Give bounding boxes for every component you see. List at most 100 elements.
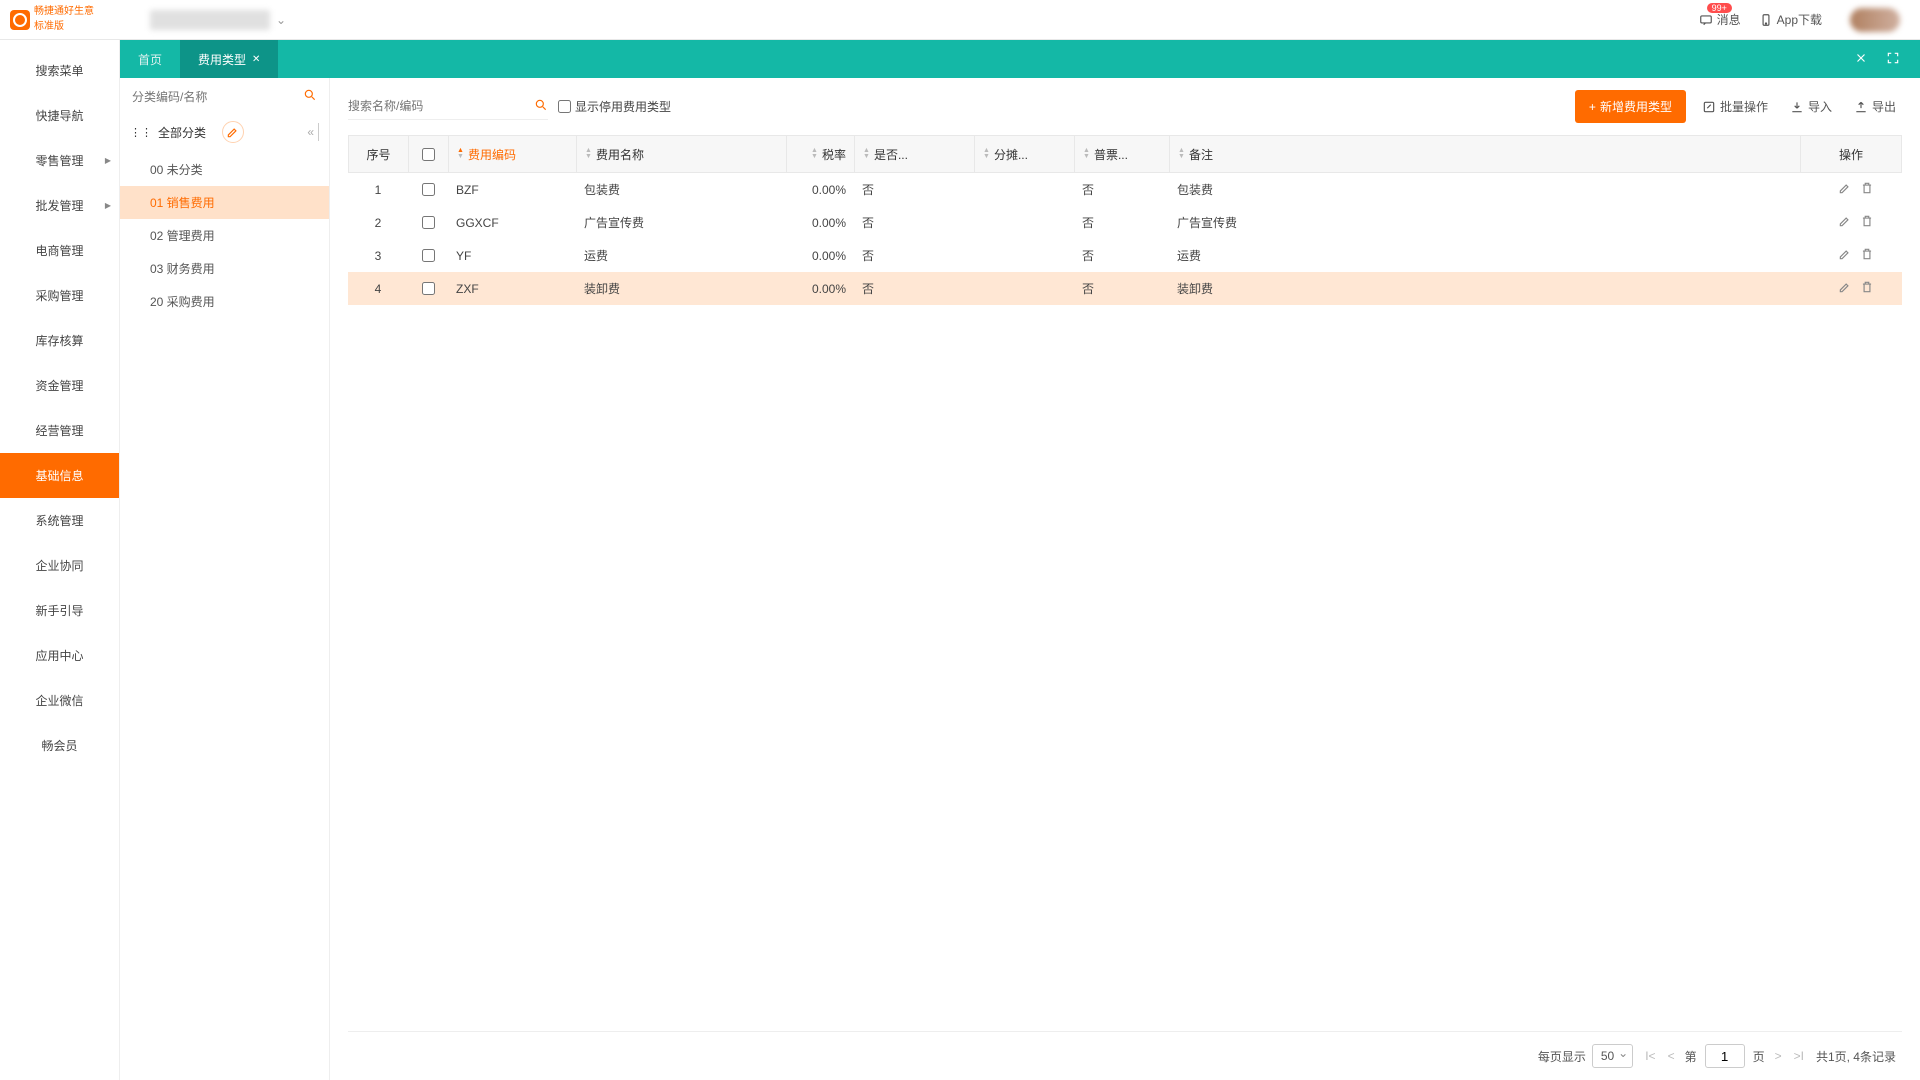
sidebar-item[interactable]: 采购管理 — [0, 273, 119, 318]
brand-edition: 标准版 — [34, 17, 94, 32]
sidebar-item[interactable]: 电商管理 — [0, 228, 119, 273]
edit-categories-button[interactable] — [222, 121, 244, 143]
brand-name: 畅捷通好生意 — [34, 7, 94, 17]
row-checkbox[interactable] — [422, 183, 435, 196]
chat-icon — [1699, 13, 1713, 27]
col-remark[interactable]: ▲▼ 备注 — [1170, 136, 1801, 172]
select-all-checkbox[interactable] — [422, 148, 435, 161]
sidebar-item[interactable]: 企业协同 — [0, 543, 119, 588]
sidebar-item[interactable]: 应用中心 — [0, 633, 119, 678]
category-item[interactable]: 00 未分类 — [120, 153, 329, 186]
expand-icon — [1886, 51, 1900, 65]
delete-button[interactable] — [1860, 247, 1874, 264]
chevron-down-icon: ⌄ — [276, 13, 286, 27]
sort-icon: ▲▼ — [585, 148, 592, 160]
edit-icon — [1838, 214, 1852, 228]
last-page-button[interactable]: >I — [1792, 1047, 1806, 1065]
sidebar: 搜索菜单快捷导航零售管理▶批发管理▶电商管理采购管理库存核算资金管理经营管理基础… — [0, 40, 120, 1080]
edit-button[interactable] — [1838, 247, 1852, 264]
app-download-button[interactable]: App下载 — [1759, 11, 1822, 28]
collapse-panel-button[interactable]: « — [303, 123, 319, 141]
col-tax[interactable]: ▲▼ 税率 — [787, 136, 855, 172]
table-header: 序号 ▲▼ 费用编码 ▲▼ 费用名称 ▲▼ — [348, 135, 1902, 173]
edit-icon — [1838, 247, 1852, 261]
table-row[interactable]: 2GGXCF广告宣传费0.00%否否广告宣传费 — [348, 206, 1902, 239]
table-row[interactable]: 4ZXF装卸费0.00%否否装卸费 — [348, 272, 1902, 305]
page-size-select[interactable]: 50 — [1592, 1044, 1633, 1068]
add-expense-type-button[interactable]: + 新增费用类型 — [1575, 90, 1686, 123]
delete-button[interactable] — [1860, 280, 1874, 297]
company-selector[interactable]: ⌄ — [150, 10, 286, 30]
row-checkbox[interactable] — [422, 282, 435, 295]
messages-button[interactable]: 99+ 消息 — [1699, 11, 1741, 28]
col-yn[interactable]: ▲▼ 是否... — [855, 136, 975, 172]
search-icon[interactable] — [303, 88, 317, 105]
col-name[interactable]: ▲▼ 费用名称 — [577, 136, 787, 172]
category-item[interactable]: 03 财务费用 — [120, 252, 329, 285]
caret-icon: ▶ — [105, 201, 111, 210]
company-name-blurred — [150, 10, 270, 30]
category-root[interactable]: ⋮⋮ 全部分类 « — [120, 115, 329, 149]
prev-page-button[interactable]: < — [1666, 1047, 1677, 1065]
edit-button[interactable] — [1838, 214, 1852, 231]
table-row[interactable]: 1BZF包装费0.00%否否包装费 — [348, 173, 1902, 206]
category-search-input[interactable] — [132, 90, 297, 104]
col-code[interactable]: ▲▼ 费用编码 — [449, 136, 577, 172]
sort-icon: ▲▼ — [983, 148, 990, 160]
category-item[interactable]: 01 销售费用 — [120, 186, 329, 219]
batch-ops-button[interactable]: 批量操作 — [1696, 92, 1774, 121]
sidebar-item[interactable]: 系统管理 — [0, 498, 119, 543]
edit-icon — [1838, 181, 1852, 195]
import-button[interactable]: 导入 — [1784, 92, 1838, 121]
sidebar-item[interactable]: 库存核算 — [0, 318, 119, 363]
caret-icon: ▶ — [105, 156, 111, 165]
sidebar-item[interactable]: 企业微信 — [0, 678, 119, 723]
toolbar: 显示停用费用类型 + 新增费用类型 批量操作 — [348, 78, 1902, 135]
sidebar-item[interactable]: 快捷导航 — [0, 93, 119, 138]
tab-home[interactable]: 首页 — [120, 40, 180, 78]
search-icon[interactable] — [534, 98, 548, 115]
grid-icon: ⋮⋮ — [130, 126, 152, 139]
sidebar-item[interactable]: 新手引导 — [0, 588, 119, 633]
tabbar: 首页 费用类型 ✕ — [120, 40, 1920, 78]
fullscreen-button[interactable] — [1882, 47, 1904, 72]
category-search — [120, 78, 329, 115]
edit-button[interactable] — [1838, 181, 1852, 198]
page-summary: 共1页, 4条记录 — [1816, 1048, 1896, 1065]
sidebar-item[interactable]: 基础信息 — [0, 453, 119, 498]
category-panel: ⋮⋮ 全部分类 « 00 未分类01 销售费用02 管理费用03 财务费用20 … — [120, 78, 330, 1080]
edit-button[interactable] — [1838, 280, 1852, 297]
expense-table: 序号 ▲▼ 费用编码 ▲▼ 费用名称 ▲▼ — [348, 135, 1902, 1031]
export-button[interactable]: 导出 — [1848, 92, 1902, 121]
table-search-input[interactable] — [348, 99, 534, 113]
trash-icon — [1860, 247, 1874, 261]
row-checkbox[interactable] — [422, 216, 435, 229]
sort-icon: ▲▼ — [1178, 148, 1185, 160]
col-share[interactable]: ▲▼ 分摊... — [975, 136, 1075, 172]
row-checkbox[interactable] — [422, 249, 435, 262]
sidebar-item[interactable]: 零售管理▶ — [0, 138, 119, 183]
col-inv[interactable]: ▲▼ 普票... — [1075, 136, 1170, 172]
sidebar-item[interactable]: 资金管理 — [0, 363, 119, 408]
brand-icon — [10, 10, 30, 30]
sidebar-item[interactable]: 搜索菜单 — [0, 48, 119, 93]
category-item[interactable]: 20 采购费用 — [120, 285, 329, 318]
sidebar-item[interactable]: 批发管理▶ — [0, 183, 119, 228]
trash-icon — [1860, 280, 1874, 294]
first-page-button[interactable]: I< — [1643, 1047, 1657, 1065]
delete-button[interactable] — [1860, 214, 1874, 231]
edit-icon — [1838, 280, 1852, 294]
sidebar-item[interactable]: 经营管理 — [0, 408, 119, 453]
user-avatar[interactable] — [1850, 8, 1900, 32]
close-icon[interactable]: ✕ — [252, 54, 260, 65]
next-page-button[interactable]: > — [1773, 1047, 1784, 1065]
table-footer: 每页显示 50 I< < 第 页 > >I 共1页, 4条记录 — [348, 1031, 1902, 1080]
sidebar-item[interactable]: 畅会员 — [0, 723, 119, 768]
table-row[interactable]: 3YF运费0.00%否否运费 — [348, 239, 1902, 272]
tab-expense-type[interactable]: 费用类型 ✕ — [180, 40, 278, 78]
page-input[interactable] — [1705, 1044, 1745, 1068]
delete-button[interactable] — [1860, 181, 1874, 198]
category-item[interactable]: 02 管理费用 — [120, 219, 329, 252]
tab-close-button[interactable] — [1850, 47, 1872, 72]
show-disabled-checkbox[interactable]: 显示停用费用类型 — [558, 98, 671, 115]
